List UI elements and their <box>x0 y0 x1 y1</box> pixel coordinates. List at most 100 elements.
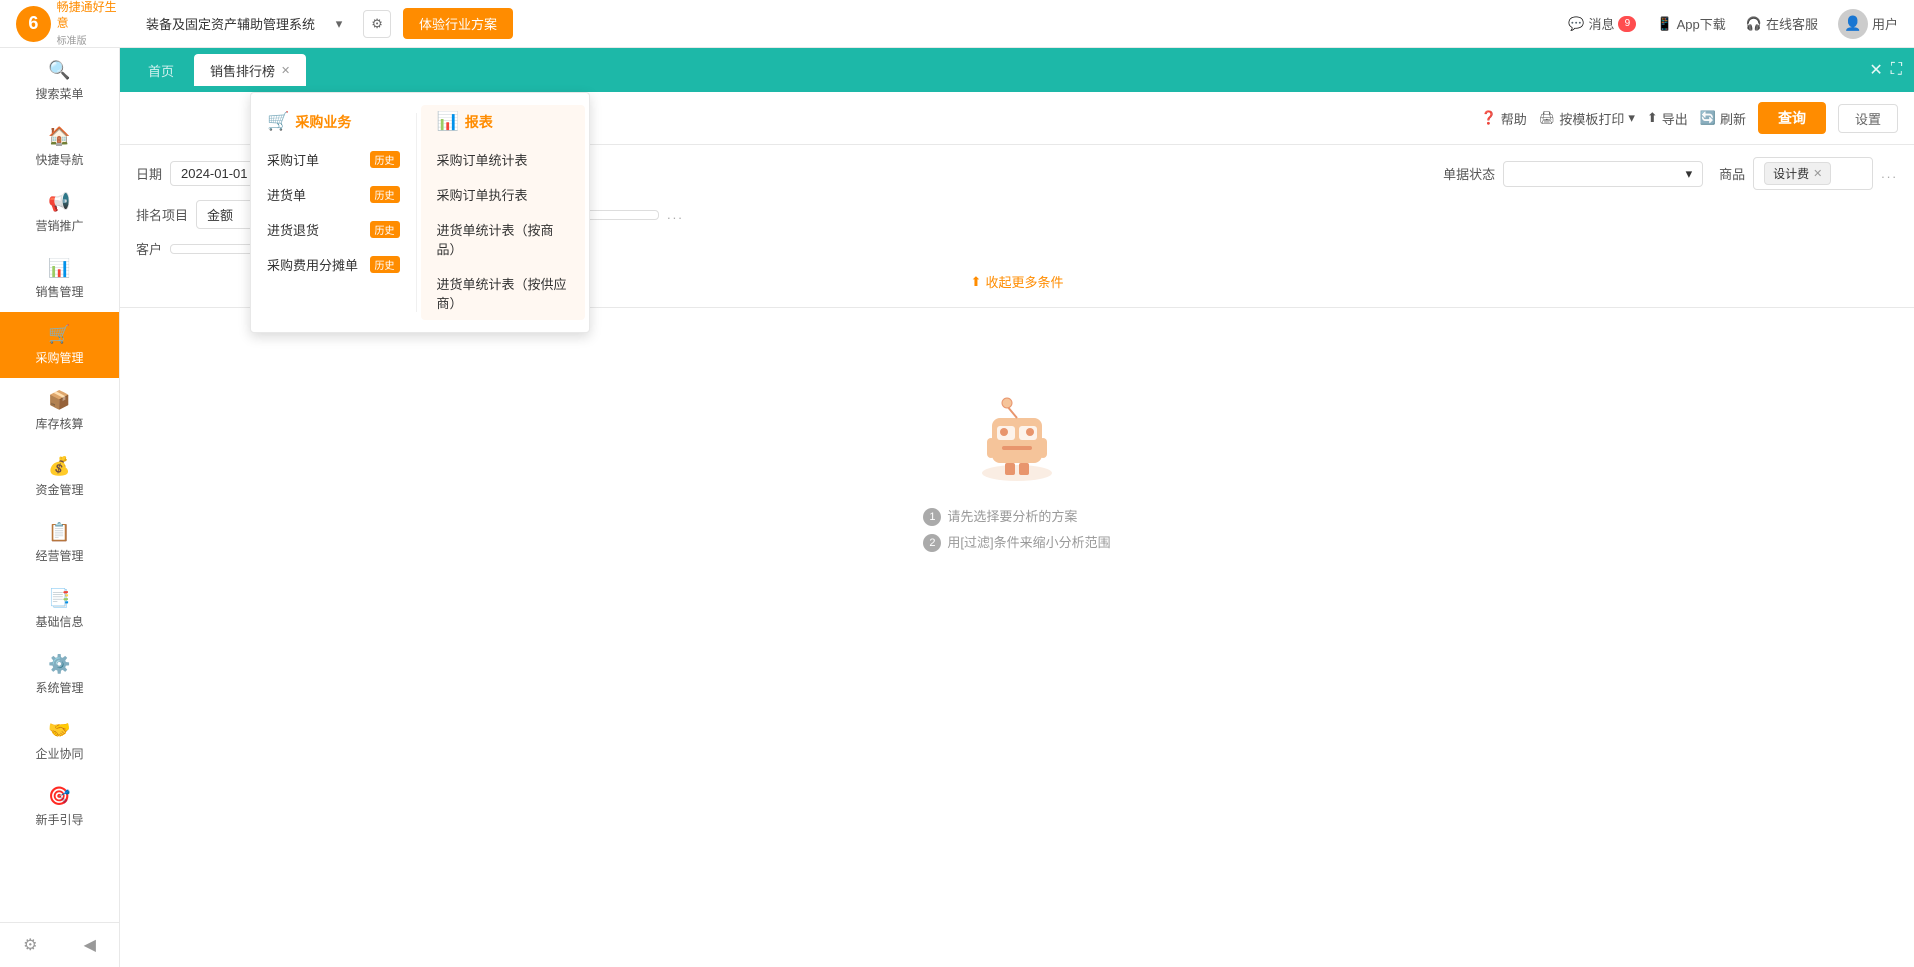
message-icon: 💬 <box>1568 16 1584 32</box>
sidebar-item-guide[interactable]: 🎯 新手引导 <box>0 774 119 840</box>
empty-tips: 1 请先选择要分析的方案 2 用[过滤]条件来缩小分析范围 <box>923 504 1110 556</box>
history-tag-1: 历史 <box>370 186 400 203</box>
goods-tag-close[interactable]: ✕ <box>1813 167 1822 180</box>
home-icon: 🏠 <box>48 126 70 147</box>
tab-expand-btn[interactable]: ⛶ <box>1891 61 1902 79</box>
tip-item-1: 1 请先选择要分析的方案 <box>923 504 1110 530</box>
tab-close-btn[interactable]: ✕ <box>1869 60 1882 80</box>
header-center: 装备及固定资产辅助管理系统 ▾ ⚙ 体验行业方案 <box>126 8 1568 39</box>
marketing-icon: 📢 <box>48 192 70 213</box>
sidebar-item-inventory[interactable]: 📦 库存核算 <box>0 378 119 444</box>
menu-item-report-1[interactable]: 采购订单统计表 <box>429 142 578 177</box>
app-download-btn[interactable]: 📱 App下载 <box>1656 14 1725 33</box>
settings-gear-btn[interactable]: ⚙ <box>363 10 391 38</box>
menu-item-incoming[interactable]: 进货单 历史 <box>259 177 408 212</box>
collapse-up-icon: ⬆ <box>971 274 982 290</box>
logo-area: 6 畅捷通好生意 标准版 <box>16 0 126 46</box>
sidebar-item-sales[interactable]: 📊 销售管理 <box>0 246 119 312</box>
history-tag-0: 历史 <box>370 151 400 168</box>
menu-item-report-4[interactable]: 进货单统计表（按供应商） <box>429 266 578 320</box>
sidebar-item-basic[interactable]: 📑 基础信息 <box>0 576 119 642</box>
status-dropdown-icon: ▾ <box>1686 166 1693 182</box>
menu-item-report-2[interactable]: 采购订单执行表 <box>429 177 578 212</box>
inventory-icon: 📦 <box>48 390 70 411</box>
sidebar-item-quick-nav[interactable]: 🏠 快捷导航 <box>0 114 119 180</box>
menu-item-report-3[interactable]: 进货单统计表（按商品） <box>429 212 578 266</box>
sales-icon: 📊 <box>48 258 70 279</box>
tab-bar: 首页 销售排行榜 ✕ ✕ ⛶ <box>120 48 1914 92</box>
customer-label: 客户 <box>136 239 162 258</box>
sidebar-settings-btn[interactable]: ⚙ <box>23 935 37 955</box>
content-area: 首页 销售排行榜 ✕ ✕ ⛶ ❓ 帮助 <box>120 48 1914 967</box>
dropdown-col-right: 📊 报表 采购订单统计表 采购订单执行表 进货单统计表（按商品） <box>421 105 586 320</box>
headset-icon: 🎧 <box>1746 16 1762 32</box>
menu-item-expense[interactable]: 采购费用分摊单 历史 <box>259 247 408 282</box>
menu-item-purchase-order[interactable]: 采购订单 历史 <box>259 142 408 177</box>
goods-label: 商品 <box>1719 164 1745 183</box>
print-icon: 🖨 <box>1539 110 1556 126</box>
dropdown-divider <box>416 113 417 312</box>
message-badge: 9 <box>1618 16 1636 32</box>
tip-num-2: 2 <box>923 534 941 552</box>
guide-icon: 🎯 <box>48 786 70 807</box>
goods-dots[interactable]: ... <box>1881 166 1898 181</box>
sidebar-collapse-btn[interactable]: ◀ <box>84 935 96 955</box>
print-btn[interactable]: 🖨 按模板打印 ▾ <box>1539 109 1635 128</box>
sidebar-item-finance[interactable]: 💰 资金管理 <box>0 444 119 510</box>
message-btn[interactable]: 💬 消息 9 <box>1568 14 1636 33</box>
operations-icon: 📋 <box>48 522 70 543</box>
date-label: 日期 <box>136 164 162 183</box>
avatar: 👤 <box>1838 9 1868 39</box>
basic-icon: 📑 <box>48 588 70 609</box>
sidebar-item-marketing[interactable]: 📢 营销推广 <box>0 180 119 246</box>
goods-input[interactable]: 设计费 ✕ <box>1753 157 1873 190</box>
main-area: 🔍 搜索菜单 🏠 快捷导航 📢 营销推广 📊 销售管理 🛒 采购管理 📦 <box>0 48 1914 967</box>
online-service-btn[interactable]: 🎧 在线客服 <box>1746 14 1818 33</box>
print-dropdown-icon: ▾ <box>1628 110 1635 126</box>
industry-btn[interactable]: 体验行业方案 <box>403 8 513 39</box>
sidebar: 🔍 搜索菜单 🏠 快捷导航 📢 营销推广 📊 销售管理 🛒 采购管理 📦 <box>0 48 120 967</box>
status-input[interactable]: ▾ <box>1503 161 1703 187</box>
empty-state: 1 请先选择要分析的方案 2 用[过滤]条件来缩小分析范围 <box>120 308 1914 636</box>
finance-icon: 💰 <box>48 456 70 477</box>
collapse-btn[interactable]: ⬆ 收起更多条件 <box>971 272 1064 291</box>
help-btn[interactable]: ❓ 帮助 <box>1481 109 1527 128</box>
purchase-dropdown-menu: 🛒 采购业务 采购订单 历史 进货单 历史 进货退货 <box>250 92 590 333</box>
help-icon: ❓ <box>1481 110 1497 126</box>
system-title: 装备及固定资产辅助管理系统 <box>146 14 315 33</box>
filter-status: 单据状态 ▾ <box>1443 161 1703 187</box>
purchase-icon: 🛒 <box>48 324 70 345</box>
sidebar-item-enterprise[interactable]: 🤝 企业协同 <box>0 708 119 774</box>
sidebar-item-purchase[interactable]: 🛒 采购管理 <box>0 312 119 378</box>
history-tag-2: 历史 <box>370 221 400 238</box>
dropdown-col-left-title: 🛒 采购业务 <box>259 105 408 142</box>
goods-tag: 设计费 ✕ <box>1764 162 1831 185</box>
sidebar-item-operations[interactable]: 📋 经营管理 <box>0 510 119 576</box>
sidebar-item-system[interactable]: ⚙️ 系统管理 <box>0 642 119 708</box>
enterprise-icon: 🤝 <box>48 720 70 741</box>
sidebar-item-search[interactable]: 🔍 搜索菜单 <box>0 48 119 114</box>
system-dropdown-btn[interactable]: ▾ <box>327 12 351 36</box>
header-right: 💬 消息 9 📱 App下载 🎧 在线客服 👤 用户 <box>1568 9 1898 39</box>
dropdown-col-right-title: 📊 报表 <box>429 105 578 142</box>
sidebar-bottom: ⚙ ◀ <box>0 922 119 967</box>
query-btn[interactable]: 查询 <box>1758 102 1826 134</box>
tab-sales-rank[interactable]: 销售排行榜 ✕ <box>194 54 306 86</box>
refresh-icon: 🔄 <box>1700 110 1716 126</box>
export-btn[interactable]: ⬆ 导出 <box>1647 109 1688 128</box>
logo-icon: 6 <box>16 6 51 42</box>
refresh-btn[interactable]: 🔄 刷新 <box>1700 109 1746 128</box>
phone-icon: 📱 <box>1656 16 1672 32</box>
logo-sub: 标准版 <box>57 32 126 47</box>
app-wrapper: 6 畅捷通好生意 标准版 装备及固定资产辅助管理系统 ▾ ⚙ 体验行业方案 💬 … <box>0 0 1914 967</box>
menu-item-return[interactable]: 进货退货 历史 <box>259 212 408 247</box>
salesman-dots[interactable]: ... <box>667 207 684 222</box>
tab-home[interactable]: 首页 <box>132 54 190 86</box>
tip-item-2: 2 用[过滤]条件来缩小分析范围 <box>923 530 1110 556</box>
history-tag-3: 历史 <box>370 256 400 273</box>
tab-close-icon[interactable]: ✕ <box>281 64 290 77</box>
set-btn[interactable]: 设置 <box>1838 104 1898 133</box>
user-btn[interactable]: 👤 用户 <box>1838 9 1898 39</box>
top-header: 6 畅捷通好生意 标准版 装备及固定资产辅助管理系统 ▾ ⚙ 体验行业方案 💬 … <box>0 0 1914 48</box>
system-icon: ⚙️ <box>48 654 70 675</box>
